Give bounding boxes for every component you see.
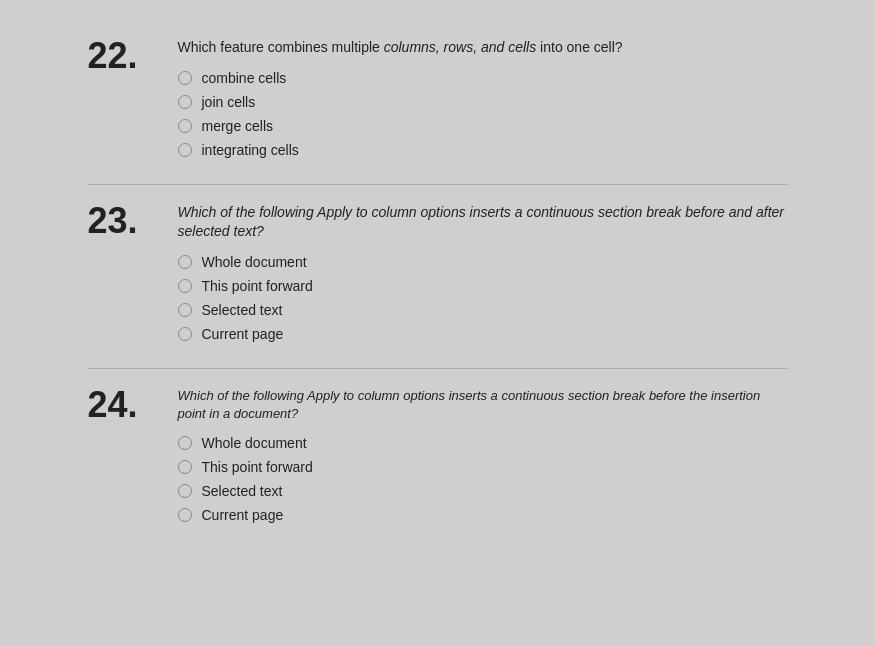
question-body-22: Which feature combines multiple columns,… bbox=[178, 38, 788, 166]
option-label: Whole document bbox=[202, 254, 307, 270]
option-label: merge cells bbox=[202, 118, 274, 134]
options-list-23: Whole document This point forward Select… bbox=[178, 254, 788, 342]
option-label: integrating cells bbox=[202, 142, 299, 158]
radio-icon[interactable] bbox=[178, 508, 192, 522]
radio-icon[interactable] bbox=[178, 279, 192, 293]
radio-icon[interactable] bbox=[178, 484, 192, 498]
option-label: This point forward bbox=[202, 278, 313, 294]
radio-icon[interactable] bbox=[178, 255, 192, 269]
question-block-23: 23. Which of the following Apply to colu… bbox=[88, 185, 788, 369]
option-item[interactable]: combine cells bbox=[178, 70, 788, 86]
page: 22. Which feature combines multiple colu… bbox=[0, 0, 875, 646]
option-item[interactable]: Selected text bbox=[178, 302, 788, 318]
option-item[interactable]: This point forward bbox=[178, 278, 788, 294]
option-label: Current page bbox=[202, 326, 284, 342]
question-block-24: 24. Which of the following Apply to colu… bbox=[88, 369, 788, 549]
option-label: Current page bbox=[202, 507, 284, 523]
question-block-22: 22. Which feature combines multiple colu… bbox=[88, 20, 788, 185]
question-number-24: 24. bbox=[88, 387, 168, 423]
option-label: combine cells bbox=[202, 70, 287, 86]
question-text-22: Which feature combines multiple columns,… bbox=[178, 38, 788, 58]
option-label: This point forward bbox=[202, 459, 313, 475]
question-body-24: Which of the following Apply to column o… bbox=[178, 387, 788, 531]
question-body-23: Which of the following Apply to column o… bbox=[178, 203, 788, 350]
option-item[interactable]: Whole document bbox=[178, 435, 788, 451]
radio-icon[interactable] bbox=[178, 143, 192, 157]
option-item[interactable]: merge cells bbox=[178, 118, 788, 134]
option-label: join cells bbox=[202, 94, 256, 110]
question-number-23: 23. bbox=[88, 203, 168, 239]
question-number-22: 22. bbox=[88, 38, 168, 74]
radio-icon[interactable] bbox=[178, 460, 192, 474]
radio-icon[interactable] bbox=[178, 303, 192, 317]
option-item[interactable]: Current page bbox=[178, 507, 788, 523]
radio-icon[interactable] bbox=[178, 119, 192, 133]
radio-icon[interactable] bbox=[178, 95, 192, 109]
option-label: Selected text bbox=[202, 483, 283, 499]
option-item[interactable]: Selected text bbox=[178, 483, 788, 499]
option-label: Whole document bbox=[202, 435, 307, 451]
option-item[interactable]: join cells bbox=[178, 94, 788, 110]
option-item[interactable]: This point forward bbox=[178, 459, 788, 475]
question-text-23: Which of the following Apply to column o… bbox=[178, 203, 788, 242]
options-list-24: Whole document This point forward Select… bbox=[178, 435, 788, 523]
radio-icon[interactable] bbox=[178, 71, 192, 85]
option-item[interactable]: integrating cells bbox=[178, 142, 788, 158]
options-list-22: combine cells join cells merge cells int… bbox=[178, 70, 788, 158]
content: 22. Which feature combines multiple colu… bbox=[88, 20, 788, 549]
option-item[interactable]: Current page bbox=[178, 326, 788, 342]
option-item[interactable]: Whole document bbox=[178, 254, 788, 270]
radio-icon[interactable] bbox=[178, 327, 192, 341]
question-text-24: Which of the following Apply to column o… bbox=[178, 387, 788, 423]
radio-icon[interactable] bbox=[178, 436, 192, 450]
option-label: Selected text bbox=[202, 302, 283, 318]
